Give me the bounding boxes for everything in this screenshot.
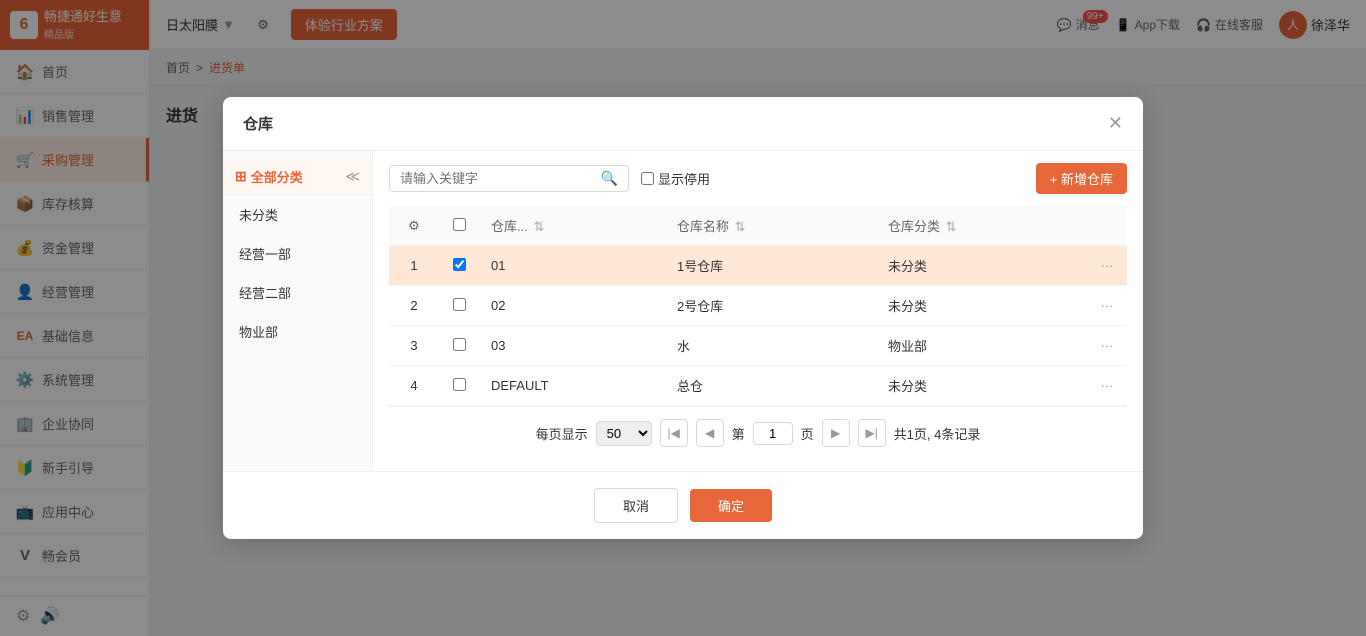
row-code: 03: [479, 326, 665, 366]
cancel-btn[interactable]: 取消: [594, 488, 678, 523]
sort-category-icon[interactable]: ⇅: [946, 219, 957, 234]
modal-main: 🔍 显示停用 + 新增仓库 ⚙: [373, 151, 1143, 471]
last-page-btn[interactable]: ▶|: [858, 419, 886, 447]
prev-page-btn[interactable]: ◀: [696, 419, 724, 447]
row-gear: 1: [389, 246, 439, 286]
page-label: 第: [732, 424, 745, 443]
search-input[interactable]: [400, 171, 601, 186]
row-category: 物业部: [876, 326, 1087, 366]
row-name: 水: [665, 326, 876, 366]
next-page-btn[interactable]: ▶: [822, 419, 850, 447]
th-actions: [1087, 206, 1127, 246]
add-warehouse-btn[interactable]: + 新增仓库: [1036, 163, 1127, 194]
row-name: 总仓: [665, 366, 876, 406]
row-name: 1号仓库: [665, 246, 876, 286]
category-item-property[interactable]: 物业部: [223, 312, 372, 351]
page-input[interactable]: [753, 422, 793, 445]
table-row[interactable]: 2 02 2号仓库 未分类 ···: [389, 286, 1127, 326]
modal-body: ⊞ 全部分类 ≪ 未分类 经营一部 经营二部 物业部 🔍: [223, 151, 1143, 471]
th-gear: ⚙: [389, 206, 439, 246]
first-page-btn[interactable]: |◀: [660, 419, 688, 447]
table-row[interactable]: 1 01 1号仓库 未分类 ···: [389, 246, 1127, 286]
row-category: 未分类: [876, 366, 1087, 406]
total-records: 共1页, 4条记录: [894, 424, 981, 443]
category-item-uncategorized[interactable]: 未分类: [223, 195, 372, 234]
row-checkbox[interactable]: [453, 258, 466, 271]
row-more-btn[interactable]: ···: [1087, 246, 1127, 286]
row-checkbox-cell[interactable]: [439, 246, 479, 286]
category-item-ops1[interactable]: 经营一部: [223, 234, 372, 273]
row-checkbox-cell[interactable]: [439, 326, 479, 366]
row-more-btn[interactable]: ···: [1087, 366, 1127, 406]
all-category-label[interactable]: ⊞ 全部分类: [235, 167, 303, 186]
modal-title: 仓库: [243, 113, 273, 134]
row-checkbox-cell[interactable]: [439, 366, 479, 406]
per-page-select[interactable]: 50 20 100: [596, 421, 652, 446]
modal-category-sidebar: ⊞ 全部分类 ≪ 未分类 经营一部 经营二部 物业部: [223, 151, 373, 471]
confirm-btn[interactable]: 确定: [690, 489, 772, 522]
th-category: 仓库分类 ⇅: [876, 206, 1087, 246]
modal-toolbar: 🔍 显示停用 + 新增仓库: [389, 163, 1127, 194]
collapse-btn[interactable]: ≪: [345, 168, 360, 185]
table-row[interactable]: 4 DEFAULT 总仓 未分类 ···: [389, 366, 1127, 406]
th-check: [439, 206, 479, 246]
row-category: 未分类: [876, 246, 1087, 286]
show-disabled-checkbox[interactable]: [641, 172, 654, 185]
th-code: 仓库... ⇅: [479, 206, 665, 246]
row-checkbox[interactable]: [453, 378, 466, 391]
row-more-btn[interactable]: ···: [1087, 286, 1127, 326]
th-name: 仓库名称 ⇅: [665, 206, 876, 246]
grid-icon: ⊞: [235, 168, 247, 185]
table-row[interactable]: 3 03 水 物业部 ···: [389, 326, 1127, 366]
modal-header: 仓库 ✕: [223, 97, 1143, 151]
row-code: 01: [479, 246, 665, 286]
page-suffix: 页: [801, 424, 814, 443]
row-name: 2号仓库: [665, 286, 876, 326]
warehouse-modal: 仓库 ✕ ⊞ 全部分类 ≪ 未分类 经营一部 经营二部 物业部: [223, 97, 1143, 539]
select-all-checkbox[interactable]: [453, 218, 466, 231]
sort-name-icon[interactable]: ⇅: [735, 219, 746, 234]
modal-footer: 取消 确定: [223, 471, 1143, 539]
row-more-btn[interactable]: ···: [1087, 326, 1127, 366]
category-item-ops2[interactable]: 经营二部: [223, 273, 372, 312]
row-code: 02: [479, 286, 665, 326]
sort-code-icon[interactable]: ⇅: [533, 219, 544, 234]
row-checkbox-cell[interactable]: [439, 286, 479, 326]
modal-overlay: 仓库 ✕ ⊞ 全部分类 ≪ 未分类 经营一部 经营二部 物业部: [0, 0, 1366, 636]
search-icon[interactable]: 🔍: [601, 170, 618, 187]
show-disabled-checkbox-label[interactable]: 显示停用: [641, 169, 710, 188]
warehouse-table: ⚙ 仓库... ⇅ 仓库名称 ⇅: [389, 206, 1127, 406]
row-checkbox[interactable]: [453, 338, 466, 351]
modal-sidebar-header: ⊞ 全部分类 ≪: [223, 159, 372, 195]
modal-close-btn[interactable]: ✕: [1108, 113, 1123, 134]
row-gear: 2: [389, 286, 439, 326]
per-page-label: 每页显示: [536, 424, 588, 443]
row-category: 未分类: [876, 286, 1087, 326]
pagination: 每页显示 50 20 100 |◀ ◀ 第 页 ▶ ▶| 共1页, 4条记录: [389, 406, 1127, 459]
modal-search-box[interactable]: 🔍: [389, 165, 629, 192]
row-code: DEFAULT: [479, 366, 665, 406]
row-gear: 4: [389, 366, 439, 406]
row-gear: 3: [389, 326, 439, 366]
row-checkbox[interactable]: [453, 298, 466, 311]
